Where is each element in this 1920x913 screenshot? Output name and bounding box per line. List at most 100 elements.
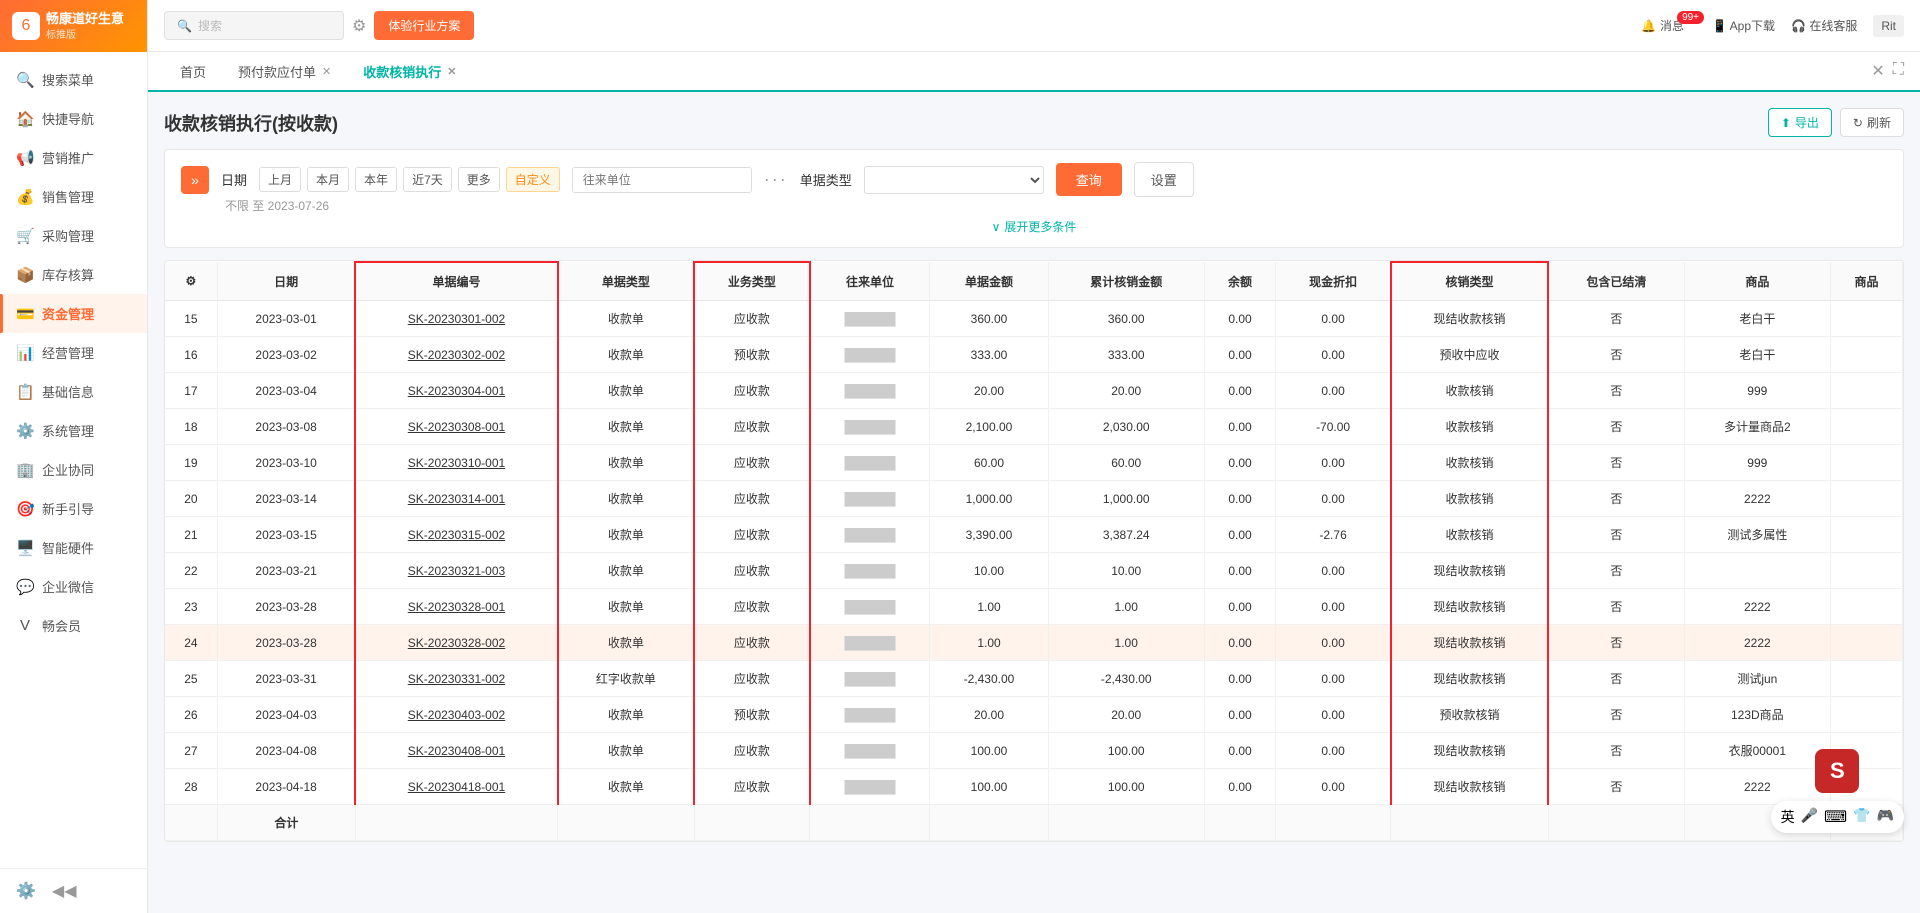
game-icon[interactable]: 🎮 [1877,807,1894,827]
table-cell: 2023-03-01 [217,301,355,337]
docno-cell[interactable]: SK-20230328-001 [355,589,557,625]
docno-cell[interactable]: SK-20230403-002 [355,697,557,733]
date-filter-label: 日期 [221,170,247,189]
table-cell: 3,387.24 [1048,517,1204,553]
table-cell [1831,373,1903,409]
docno-cell[interactable]: SK-20230304-001 [355,373,557,409]
tab-prepay[interactable]: 预付款应付单 ✕ [222,52,347,92]
sidebar-item-member[interactable]: V 畅会员 [0,606,147,645]
total-cell [1048,805,1204,841]
last-7days-btn[interactable]: 近7天 [403,167,452,192]
filter-toggle-button[interactable]: » [181,166,209,194]
doc-type-select[interactable] [864,166,1044,194]
docno-cell[interactable]: SK-20230331-002 [355,661,557,697]
mic-icon[interactable]: 🎤 [1801,807,1818,827]
table-cell: 否 [1548,337,1684,373]
table-row: 202023-03-14SK-20230314-001收款单应收款██████1… [165,481,1903,517]
docno-cell[interactable]: SK-20230302-002 [355,337,557,373]
settings-button[interactable]: 设置 [1134,162,1194,197]
docno-cell[interactable]: SK-20230301-002 [355,301,557,337]
main-area: 🔍 搜索 ⚙ 体验行业方案 🔔 消息 99+ 📱 App下载 🎧 在线客服 Ri… [148,0,1920,913]
expand-more-button[interactable]: ∨ 展开更多条件 [181,214,1887,235]
hardware-icon: 🖥️ [16,539,34,557]
sidebar-item-inventory[interactable]: 📦 库存核算 [0,255,147,294]
table-cell: 0.00 [1204,445,1276,481]
topbar-search-box[interactable]: 🔍 搜索 [164,11,344,40]
keyboard-icon[interactable]: ⌨ [1824,807,1847,827]
sidebar-item-marketing[interactable]: 📢 营销推广 [0,138,147,177]
partner-input[interactable] [572,167,752,193]
industry-solution-button[interactable]: 体验行业方案 [374,11,474,40]
collapse-icon[interactable]: ◀◀ [52,881,77,901]
tab-home[interactable]: 首页 [164,52,222,92]
user-avatar[interactable]: Rit [1873,15,1904,37]
sidebar-item-system[interactable]: ⚙️ 系统管理 [0,411,147,450]
refresh-button[interactable]: ↻ 刷新 [1840,108,1904,137]
table-cell: 60.00 [1048,445,1204,481]
translate-icon[interactable]: 英 [1781,807,1795,827]
docno-cell[interactable]: SK-20230418-001 [355,769,557,805]
this-month-btn[interactable]: 本月 [307,167,349,192]
app-download-link[interactable]: 📱 App下载 [1712,17,1775,34]
table-cell: 20.00 [1048,373,1204,409]
docno-cell[interactable]: SK-20230408-001 [355,733,557,769]
sidebar-item-search[interactable]: 🔍 搜索菜单 [0,60,147,99]
headset-icon: 🎧 [1791,19,1806,33]
page-title: 收款核销执行(按收款) [164,110,338,136]
sidebar-item-enterprise[interactable]: 🏢 企业协同 [0,450,147,489]
table-cell: 2023-04-03 [217,697,355,733]
sidebar-item-operation[interactable]: 📊 经营管理 [0,333,147,372]
export-button[interactable]: ⬆ 导出 [1768,108,1832,137]
logo-sub: 标推版 [46,26,124,41]
this-year-btn[interactable]: 本年 [355,167,397,192]
docno-cell[interactable]: SK-20230310-001 [355,445,557,481]
table-cell: 2222 [1684,481,1831,517]
sidebar-item-purchase[interactable]: 🛒 采购管理 [0,216,147,255]
sidebar-item-wechat[interactable]: 💬 企业微信 [0,567,147,606]
table-cell: ██████ [810,625,930,661]
table-cell: 预收款 [694,697,810,733]
last-month-btn[interactable]: 上月 [259,167,301,192]
online-support-link[interactable]: 🎧 在线客服 [1791,17,1857,34]
table-cell: 否 [1548,733,1684,769]
tab-receipt[interactable]: 收款核销执行 ✕ [347,52,472,92]
refresh-icon: ↻ [1853,116,1863,130]
mobile-icon: 📱 [1712,19,1727,33]
custom-date-btn[interactable]: 自定义 [506,167,560,192]
tab-expand-icon[interactable]: ⛶ [1893,61,1904,81]
more-date-btn[interactable]: 更多 [458,167,500,192]
total-cell [558,805,695,841]
sidebar-item-guide[interactable]: 🎯 新手引导 [0,489,147,528]
docno-cell[interactable]: SK-20230328-002 [355,625,557,661]
shirt-icon[interactable]: 👕 [1853,807,1870,827]
tab-close-prepay[interactable]: ✕ [322,65,331,78]
th-settings[interactable]: ⚙ [165,262,217,301]
sidebar-item-basic[interactable]: 📋 基础信息 [0,372,147,411]
table-cell: 0.00 [1276,445,1391,481]
sidebar-item-finance[interactable]: 💳 资金管理 [0,294,147,333]
docno-cell[interactable]: SK-20230315-002 [355,517,557,553]
docno-cell[interactable]: SK-20230308-001 [355,409,557,445]
table-cell: 2222 [1684,625,1831,661]
table-cell: 红字收款单 [558,661,695,697]
sidebar-item-sales[interactable]: 💰 销售管理 [0,177,147,216]
gear-icon[interactable]: ⚙ [352,16,366,36]
th-settled: 包含已结清 [1548,262,1684,301]
sidebar-item-hardware[interactable]: 🖥️ 智能硬件 [0,528,147,567]
settings-bottom-icon[interactable]: ⚙️ [16,881,36,901]
tab-close-all-icon[interactable]: ✕ [1871,61,1884,81]
table-cell: 0.00 [1204,697,1276,733]
data-table-container: ⚙ 日期 单据编号 单据类型 业务类型 往来单位 单据金额 累计核销金额 余额 … [164,260,1904,842]
table-cell: 收款单 [558,625,695,661]
table-cell: 0.00 [1276,337,1391,373]
tab-close-receipt[interactable]: ✕ [447,65,456,78]
table-cell: 测试多属性 [1684,517,1831,553]
notification-button[interactable]: 🔔 消息 99+ [1641,17,1696,34]
query-button[interactable]: 查询 [1056,163,1122,196]
docno-cell[interactable]: SK-20230321-003 [355,553,557,589]
table-cell: 2023-04-08 [217,733,355,769]
sidebar-item-quicknav[interactable]: 🏠 快捷导航 [0,99,147,138]
table-cell: 收款单 [558,373,695,409]
docno-cell[interactable]: SK-20230314-001 [355,481,557,517]
total-cell [1548,805,1684,841]
